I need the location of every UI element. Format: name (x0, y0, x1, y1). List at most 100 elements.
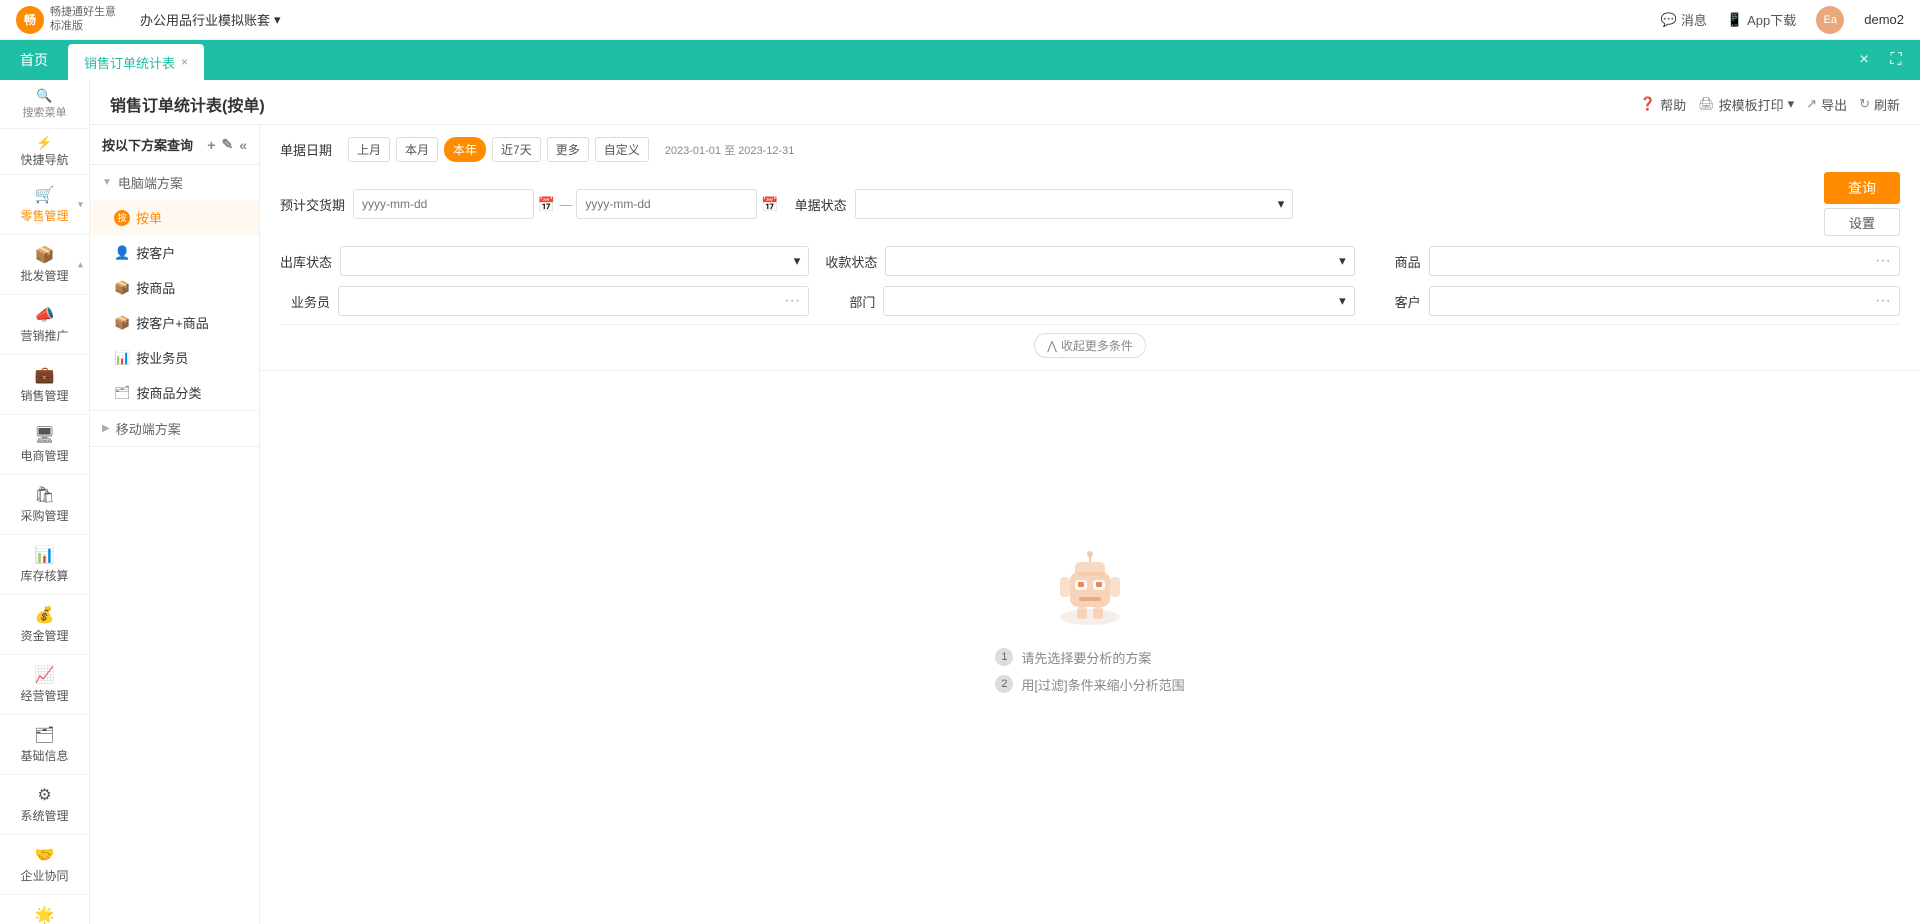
app-selector[interactable]: 办公用品行业模拟账套 ▾ (140, 10, 281, 29)
settings-button[interactable]: 设置 (1824, 208, 1900, 236)
date-btn-this-year[interactable]: 本年 (444, 137, 486, 162)
tree-section-mobile-header[interactable]: ▶ 移动端方案 (90, 411, 259, 446)
sidebar-item-inventory[interactable]: 📊 库存核算 (0, 535, 89, 595)
tab-sales-order-stats[interactable]: 销售订单统计表 × (68, 44, 204, 80)
retail-icon: 🛒 (35, 185, 55, 205)
avatar[interactable]: Ea (1816, 6, 1844, 34)
collect-status-cell: 收款状态 ▾ (825, 246, 1354, 276)
calendar-to-icon[interactable]: 📅 (761, 196, 778, 213)
tree-item-by-customer[interactable]: 👤 按客户 (90, 235, 259, 270)
expected-date-from-input[interactable] (353, 189, 534, 219)
add-scheme-icon[interactable]: + (207, 137, 215, 153)
goods-select[interactable]: ··· (1429, 246, 1900, 276)
customer-select[interactable]: ··· (1429, 286, 1900, 316)
salesperson-icon: 📊 (114, 350, 130, 366)
left-panel-tools: + ✎ « (207, 136, 247, 153)
action-buttons: 查询 设置 (1824, 172, 1900, 236)
collapse-button[interactable]: ⋀ 收起更多条件 (1034, 333, 1146, 358)
tree-collapse-icon: ▼ (102, 177, 112, 188)
doc-status-cell: 单据状态 ▾ (795, 189, 1294, 219)
export-button[interactable]: ↗ 导出 (1806, 95, 1847, 114)
sidebar-item-finance[interactable]: 💰 资金管理 (0, 595, 89, 655)
collapse-panel-icon[interactable]: « (239, 137, 247, 153)
calendar-from-icon[interactable]: 📅 (538, 196, 555, 213)
out-status-cell: 出库状态 ▾ (280, 246, 809, 276)
sidebar-item-purchase[interactable]: 🛍 采购管理 (0, 475, 89, 535)
salesperson-select[interactable]: ··· (338, 286, 809, 316)
tree-expand-icon: ▶ (102, 423, 110, 434)
date-btn-last-month[interactable]: 上月 (348, 137, 390, 162)
tab-maximize-button[interactable]: ⛶ (1884, 48, 1908, 72)
tree-item-by-order[interactable]: 按 按单 (90, 200, 259, 235)
ecommerce-icon: 🖥 (34, 425, 54, 445)
edit-scheme-icon[interactable]: ✎ (221, 136, 233, 153)
status-select[interactable]: ▾ (855, 189, 1294, 219)
tab-bar-actions: × ⛶ (1852, 48, 1920, 72)
out-status-select[interactable]: ▾ (340, 246, 809, 276)
salesperson-label: 业务员 (280, 292, 330, 311)
marketing-icon: 📣 (35, 305, 55, 325)
print-dropdown-icon: ▾ (1788, 96, 1795, 112)
tab-close-all-button[interactable]: × (1852, 48, 1876, 72)
sidebar-search[interactable]: 🔍 销售订单统计表(按单) 搜索菜单 (0, 80, 89, 129)
left-panel-header: 按以下方案查询 + ✎ « (90, 125, 259, 165)
content-area: 销售订单统计表(按单) ❓ 帮助 🖨 按模板打印 ▾ ↗ 导出 (90, 80, 1920, 924)
sidebar-item-marketing[interactable]: 📣 营销推广 (0, 295, 89, 355)
sidebar-item-system[interactable]: ⚙ 系统管理 (0, 775, 89, 835)
empty-tips: 1 请先选择要分析的方案 2 用[过滤]条件来缩小分析范围 (995, 648, 1184, 694)
chevron-down-icon: ▾ (78, 199, 83, 210)
collapse-icon: ⋀ (1047, 339, 1057, 353)
export-icon: ↗ (1806, 96, 1817, 112)
content-body: 按以下方案查询 + ✎ « ▼ 电脑端方案 按 按单 (90, 125, 1920, 924)
username-label: demo2 (1864, 12, 1904, 27)
sidebar-item-wholesale[interactable]: 📦 批发管理 ▴ (0, 235, 89, 295)
expected-date-to-input[interactable] (576, 189, 757, 219)
tree-item-by-goods[interactable]: 📦 按商品 (90, 270, 259, 305)
collect-status-label: 收款状态 (825, 252, 877, 271)
query-button[interactable]: 查询 (1824, 172, 1900, 204)
tree-section-pc-header[interactable]: ▼ 电脑端方案 (90, 165, 259, 200)
app-download-button[interactable]: 📱 App下载 (1727, 10, 1796, 29)
sidebar-item-operations[interactable]: 📈 经营管理 (0, 655, 89, 715)
goods-dots-icon[interactable]: ··· (1875, 252, 1891, 270)
tab-bar: 首页 销售订单统计表 × × ⛶ (0, 40, 1920, 80)
close-icon: × (1859, 51, 1868, 69)
collect-status-select[interactable]: ▾ (885, 246, 1354, 276)
date-btn-last7[interactable]: 近7天 (492, 137, 541, 162)
department-select[interactable]: ▾ (883, 286, 1354, 316)
tree-section-mobile: ▶ 移动端方案 (90, 411, 259, 447)
sidebar-quick-nav[interactable]: ⚡ 快捷导航 (0, 129, 89, 175)
tree-item-by-customer-goods[interactable]: 📦 按客户+商品 (90, 305, 259, 340)
filter-area: 单据日期 上月 本月 本年 近7天 更多 自定义 2023-01-01 至 20… (260, 125, 1920, 371)
goods-label: 商品 (1371, 252, 1421, 271)
sales-icon: 💼 (35, 365, 55, 385)
date-btn-more[interactable]: 更多 (547, 137, 589, 162)
print-button[interactable]: 🖨 按模板打印 ▾ (1698, 95, 1794, 114)
sidebar-item-basic[interactable]: 🗂 基础信息 (0, 715, 89, 775)
sidebar-item-retail[interactable]: 🛒 零售管理 ▾ (0, 175, 89, 235)
tree-section-pc: ▼ 电脑端方案 按 按单 👤 按客户 📦 按商品 (90, 165, 259, 411)
department-label: 部门 (825, 292, 875, 311)
sidebar-item-newuser[interactable]: 🌟 新手引导 (0, 895, 89, 924)
tree-item-by-goods-category[interactable]: 🗂 按商品分类 (90, 375, 259, 410)
page-actions: ❓ 帮助 🖨 按模板打印 ▾ ↗ 导出 ↻ 刷新 (1640, 95, 1900, 114)
message-button[interactable]: 💬 消息 (1661, 10, 1707, 29)
tab-close-icon[interactable]: × (181, 55, 188, 69)
person-icon: 👤 (114, 245, 130, 261)
tree-item-by-salesperson[interactable]: 📊 按业务员 (90, 340, 259, 375)
date-input-group: 📅 — 📅 (353, 189, 779, 219)
customer-label: 客户 (1371, 292, 1421, 311)
date-btn-custom[interactable]: 自定义 (595, 137, 649, 162)
left-panel-title: 按以下方案查询 (102, 135, 193, 154)
sidebar-item-ecommerce[interactable]: 🖥 电商管理 (0, 415, 89, 475)
refresh-button[interactable]: ↻ 刷新 (1859, 95, 1900, 114)
help-button[interactable]: ❓ 帮助 (1640, 95, 1686, 114)
basic-icon: 🗂 (34, 725, 54, 745)
tab-home[interactable]: 首页 (0, 40, 68, 80)
sidebar-item-enterprise[interactable]: 🤝 企业协同 (0, 835, 89, 895)
category-icon: 🗂 (114, 385, 131, 401)
customer-dots-icon[interactable]: ··· (1875, 292, 1891, 310)
salesperson-dots-icon[interactable]: ··· (784, 292, 800, 310)
sidebar-item-sales[interactable]: 💼 销售管理 (0, 355, 89, 415)
date-btn-this-month[interactable]: 本月 (396, 137, 438, 162)
